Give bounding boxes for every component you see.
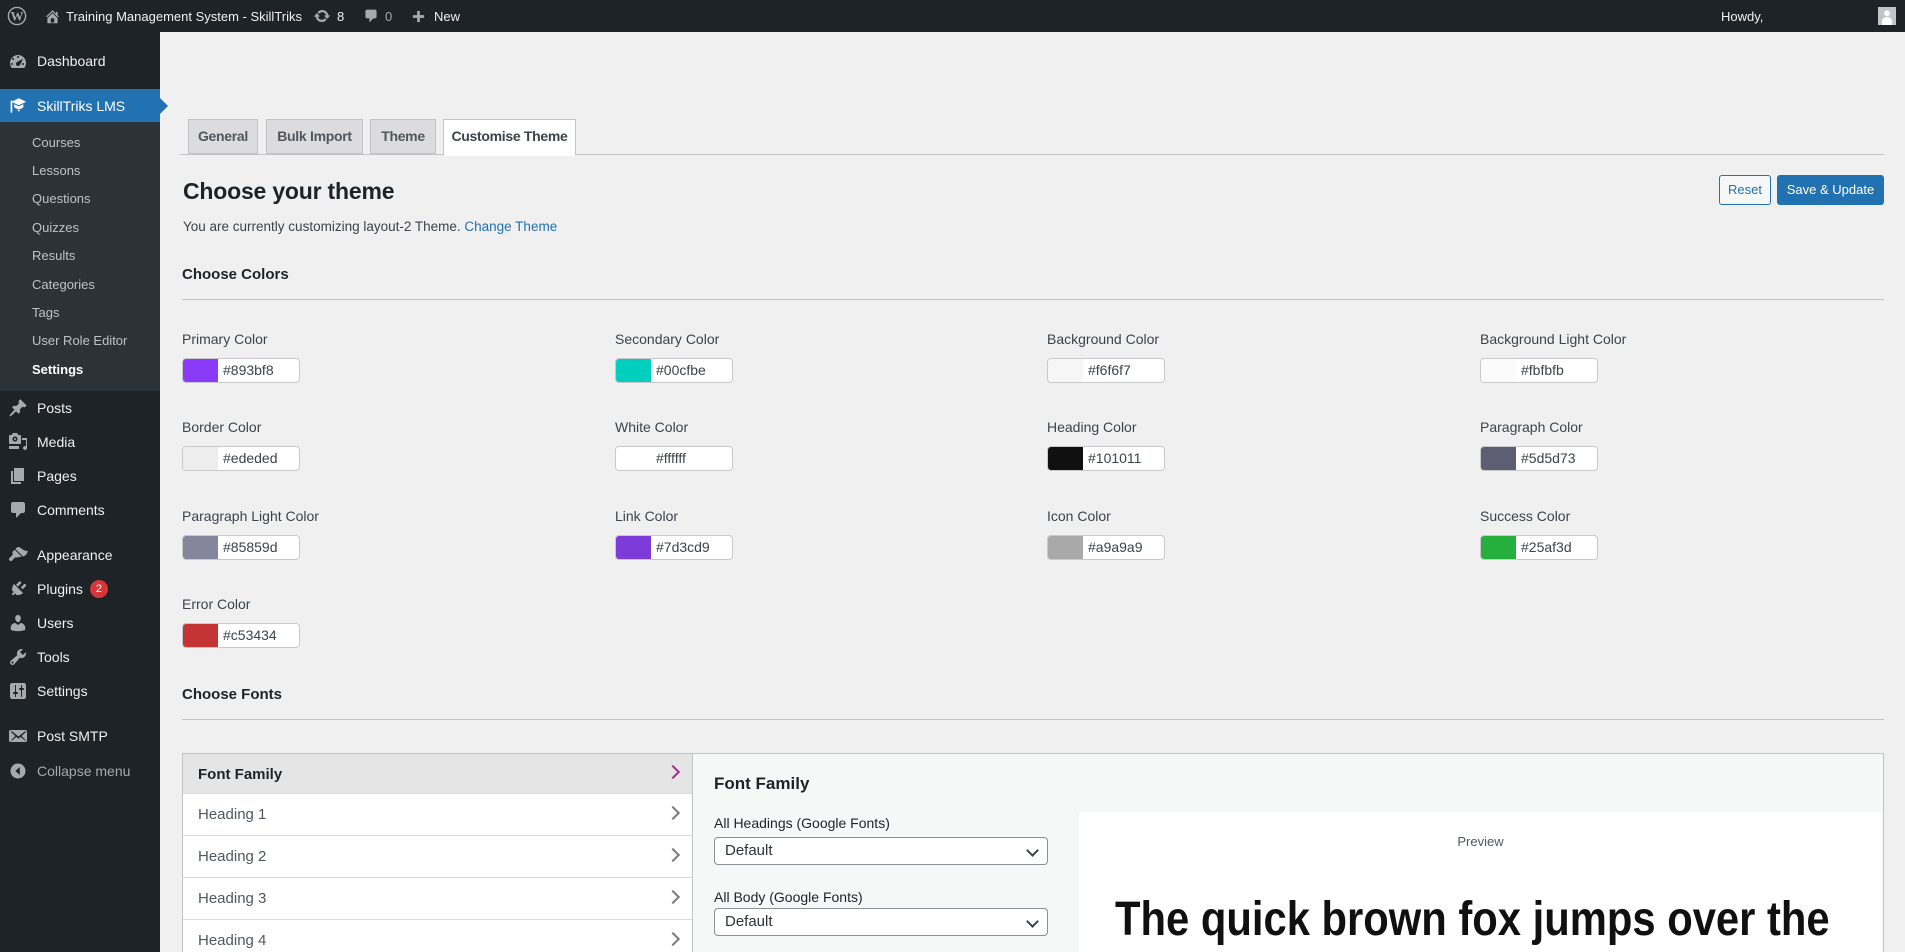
svg-text:W: W — [11, 9, 24, 24]
